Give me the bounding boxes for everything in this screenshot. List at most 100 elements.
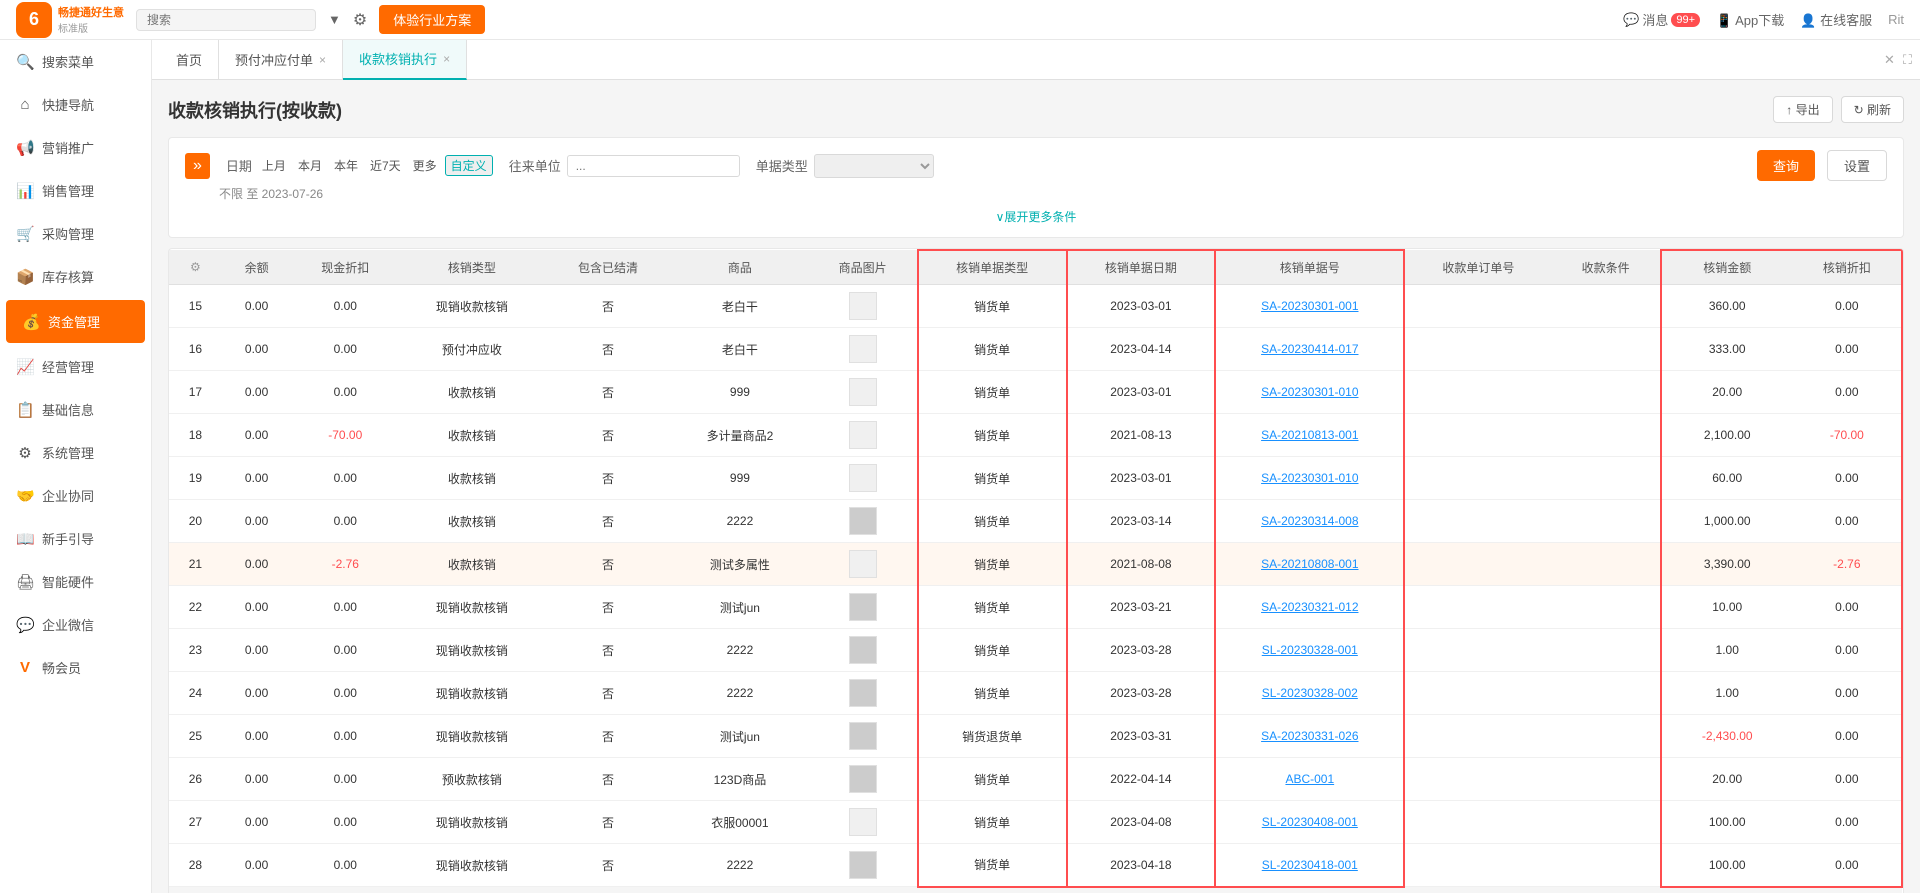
solution-button[interactable]: 体验行业方案 <box>379 5 485 34</box>
tab-prepay-close[interactable]: × <box>319 53 326 67</box>
marketing-icon: 📢 <box>16 139 34 157</box>
totals-empty <box>169 887 1661 893</box>
sidebar-label-system: 系统管理 <box>42 443 94 462</box>
cell-slip-date: 2023-03-21 <box>1067 586 1216 629</box>
cell-slip-type: 销货单 <box>918 414 1067 457</box>
cell-include-settled: 否 <box>545 328 672 371</box>
cell-slip-no[interactable]: SA-20230301-001 <box>1215 285 1404 328</box>
filter-7days[interactable]: 近7天 <box>366 155 405 176</box>
cell-write-off-type: 收款核销 <box>399 371 545 414</box>
sidebar-label-collab: 企业协同 <box>42 486 94 505</box>
th-settings[interactable]: ⚙ <box>169 250 222 285</box>
slip-no-link[interactable]: SA-20230321-012 <box>1261 600 1358 614</box>
slip-no-link[interactable]: SA-20230301-010 <box>1261 471 1358 485</box>
sidebar-item-vip[interactable]: V 畅会员 <box>0 646 151 689</box>
cell-slip-no[interactable]: SL-20230328-002 <box>1215 672 1404 715</box>
th-balance: 余额 <box>222 250 292 285</box>
cell-slip-type: 销货单 <box>918 543 1067 586</box>
sidebar-item-guide[interactable]: 📖 新手引导 <box>0 517 151 560</box>
slip-no-link[interactable]: SL-20230418-001 <box>1262 858 1358 872</box>
sidebar-item-marketing[interactable]: 📢 营销推广 <box>0 126 151 169</box>
slip-no-link[interactable]: SL-20230328-002 <box>1262 686 1358 700</box>
cell-slip-no[interactable]: SL-20230418-001 <box>1215 844 1404 887</box>
settings-col-icon: ⚙ <box>190 260 201 274</box>
th-receipt-order-no: 收款单订单号 <box>1404 250 1551 285</box>
slip-no-link[interactable]: ABC-001 <box>1285 772 1334 786</box>
slip-no-link[interactable]: SL-20230328-001 <box>1262 643 1358 657</box>
cell-slip-no[interactable]: SA-20210813-001 <box>1215 414 1404 457</box>
sidebar-item-hardware[interactable]: 🖨 智能硬件 <box>0 560 151 603</box>
filter-row-1: » 日期 上月 本月 本年 近7天 更多 自定义 往来单位 <box>185 150 1887 181</box>
message-icon-area[interactable]: 💬 消息 99+ <box>1623 10 1700 29</box>
filter-receipt-type-select[interactable] <box>814 154 934 178</box>
cell-write-off-type: 现销收款核销 <box>399 844 545 887</box>
tab-close-icon[interactable]: ✕ <box>1884 52 1895 68</box>
cell-balance: 0.00 <box>222 457 292 500</box>
filter-custom-date[interactable]: 自定义 <box>445 155 493 176</box>
tab-prepay[interactable]: 预付冲应付单 × <box>219 40 343 80</box>
sidebar-item-inventory[interactable]: 📦 库存核算 <box>0 255 151 298</box>
cell-cash-discount: -2.76 <box>291 543 399 586</box>
sidebar-item-nav[interactable]: ⌂ 快捷导航 <box>0 83 151 126</box>
cell-write-off-amount: 1.00 <box>1661 672 1793 715</box>
filter-last-month[interactable]: 上月 <box>258 155 290 176</box>
app-download-link[interactable]: 📱 App下载 <box>1716 10 1784 29</box>
refresh-button[interactable]: ↻ 刷新 <box>1841 96 1904 123</box>
slip-no-link[interactable]: SA-20210808-001 <box>1261 557 1358 571</box>
cell-balance: 0.00 <box>222 328 292 371</box>
sidebar-item-system[interactable]: ⚙ 系统管理 <box>0 431 151 474</box>
slip-no-link[interactable]: SA-20230331-026 <box>1261 729 1358 743</box>
filter-partner-input[interactable] <box>567 155 740 177</box>
tab-expand-icon[interactable]: ⛶ <box>1903 52 1912 68</box>
export-button[interactable]: ↑ 导出 <box>1773 96 1832 123</box>
cell-slip-no[interactable]: SA-20230414-017 <box>1215 328 1404 371</box>
cell-write-off-amount: 100.00 <box>1661 844 1793 887</box>
tab-collection-close[interactable]: × <box>443 52 450 66</box>
sidebar-item-operation[interactable]: 📈 经营管理 <box>0 345 151 388</box>
cell-slip-no[interactable]: SL-20230408-001 <box>1215 801 1404 844</box>
cell-slip-no[interactable]: ABC-001 <box>1215 758 1404 801</box>
query-button[interactable]: 查询 <box>1757 150 1815 181</box>
sidebar-item-collab[interactable]: 🤝 企业协同 <box>0 474 151 517</box>
filter-this-year[interactable]: 本年 <box>330 155 362 176</box>
cell-slip-no[interactable]: SA-20230314-008 <box>1215 500 1404 543</box>
cell-write-off-discount: 0.00 <box>1793 844 1902 887</box>
cell-receipt-order-no <box>1404 801 1551 844</box>
sidebar-item-purchase[interactable]: 🛒 采购管理 <box>0 212 151 255</box>
gear-icon[interactable]: ⚙ <box>353 10 367 30</box>
tab-collection[interactable]: 收款核销执行 × <box>343 40 467 80</box>
operation-icon: 📈 <box>16 358 34 376</box>
sidebar-item-wechat[interactable]: 💬 企业微信 <box>0 603 151 646</box>
cell-write-off-discount: 0.00 <box>1793 801 1902 844</box>
cell-write-off-amount: 333.00 <box>1661 328 1793 371</box>
slip-no-link[interactable]: SL-20230408-001 <box>1262 815 1358 829</box>
slip-no-link[interactable]: SA-20210813-001 <box>1261 428 1358 442</box>
top-search-input[interactable] <box>136 9 316 31</box>
filter-toggle-btn[interactable]: » <box>185 153 210 179</box>
online-service-link[interactable]: 👤 在线客服 <box>1800 10 1872 29</box>
cell-slip-no[interactable]: SA-20230331-026 <box>1215 715 1404 758</box>
cell-write-off-discount: 0.00 <box>1793 715 1902 758</box>
cell-slip-no[interactable]: SA-20210808-001 <box>1215 543 1404 586</box>
setting-button[interactable]: 设置 <box>1827 150 1887 181</box>
slip-no-link[interactable]: SA-20230414-017 <box>1261 342 1358 356</box>
sidebar-item-sales[interactable]: 📊 销售管理 <box>0 169 151 212</box>
slip-no-link[interactable]: SA-20230314-008 <box>1261 514 1358 528</box>
sidebar-item-finance[interactable]: 💰 资金管理 <box>6 300 145 343</box>
filter-more-date[interactable]: 更多 <box>409 155 441 176</box>
th-slip-no: 核销单据号 <box>1215 250 1404 285</box>
tab-home[interactable]: 首页 <box>160 40 219 80</box>
sidebar-item-search[interactable]: 🔍 搜索菜单 <box>0 40 151 83</box>
dropdown-icon[interactable]: ▼ <box>328 12 341 27</box>
cell-slip-no[interactable]: SL-20230328-001 <box>1215 629 1404 672</box>
slip-no-link[interactable]: SA-20230301-001 <box>1261 299 1358 313</box>
sidebar-item-basic[interactable]: 📋 基础信息 <box>0 388 151 431</box>
filter-action-btns: 查询 设置 <box>1757 150 1887 181</box>
filter-this-month[interactable]: 本月 <box>294 155 326 176</box>
th-goods: 商品 <box>671 250 808 285</box>
cell-slip-no[interactable]: SA-20230321-012 <box>1215 586 1404 629</box>
slip-no-link[interactable]: SA-20230301-010 <box>1261 385 1358 399</box>
cell-slip-no[interactable]: SA-20230301-010 <box>1215 457 1404 500</box>
cell-slip-no[interactable]: SA-20230301-010 <box>1215 371 1404 414</box>
expand-more-btn[interactable]: ∨ 展开更多条件 <box>185 208 1887 225</box>
